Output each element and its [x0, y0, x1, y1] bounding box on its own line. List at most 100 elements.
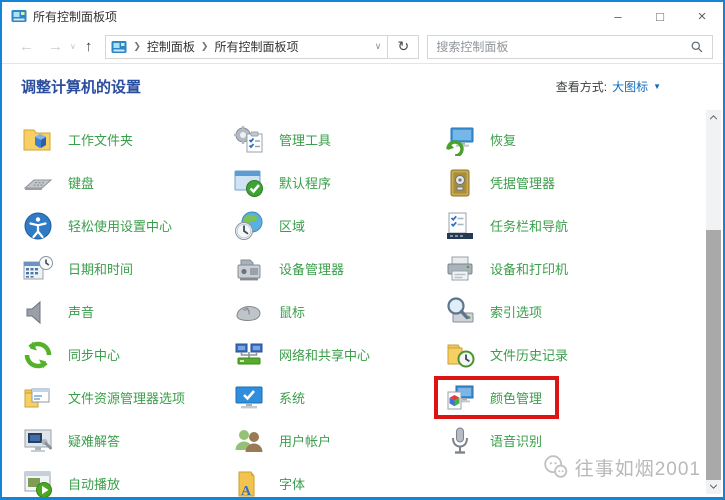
control-panel-item[interactable]: 文件资源管理器选项 [21, 376, 195, 419]
maximize-button[interactable]: □ [639, 2, 681, 30]
taskbar-navigation-icon [443, 209, 477, 243]
view-by-label: 查看方式: [555, 79, 608, 94]
item-label: 用户帐户 [279, 434, 332, 449]
search-box [427, 34, 713, 59]
search-icon[interactable] [690, 40, 704, 54]
troubleshooting-icon [21, 424, 55, 458]
item-label: 同步中心 [68, 348, 121, 363]
address-dropdown-icon[interactable]: ∨ [375, 41, 382, 52]
watermark: 往事如烟2001 [541, 452, 701, 482]
refresh-button[interactable]: ↻ [388, 34, 420, 59]
control-panel-item[interactable]: 任务栏和导航 [443, 204, 578, 247]
item-label: 字体 [279, 477, 306, 492]
ease-of-access-icon [21, 209, 55, 243]
control-panel-item[interactable]: 系统 [232, 376, 315, 419]
control-panel-item-highlighted[interactable]: 颜色管理 [433, 376, 560, 419]
sound-icon [21, 295, 55, 329]
scrollbar-thumb[interactable] [706, 230, 721, 480]
control-panel-item[interactable]: 鼠标 [232, 290, 315, 333]
view-by-value[interactable]: 大图标 [612, 78, 648, 95]
forward-button[interactable]: → [48, 39, 63, 54]
item-label: 管理工具 [279, 133, 332, 148]
title-bar: 所有控制面板项 – □ × [2, 2, 723, 30]
date-time-icon [21, 252, 55, 286]
control-panel-item[interactable]: 区域 [232, 204, 315, 247]
breadcrumb-separator-icon: ❯ [200, 41, 209, 51]
devices-printers-icon [443, 252, 477, 286]
system-icon [232, 381, 266, 415]
vertical-scrollbar[interactable] [706, 110, 721, 494]
item-label: 轻松使用设置中心 [68, 219, 173, 234]
default-programs-icon [232, 166, 266, 200]
work-folders-icon [21, 123, 55, 157]
fonts-icon: A [232, 467, 266, 497]
color-management-icon [443, 381, 477, 415]
control-panel-item[interactable]: 恢复 [443, 118, 526, 161]
item-label: 任务栏和导航 [490, 219, 569, 234]
item-label: 工作文件夹 [68, 133, 134, 148]
control-panel-item[interactable]: A 字体 [232, 462, 315, 497]
control-panel-item[interactable]: 轻松使用设置中心 [21, 204, 182, 247]
device-manager-icon [232, 252, 266, 286]
control-panel-item[interactable]: 用户帐户 [232, 419, 341, 462]
item-label: 鼠标 [279, 305, 306, 320]
view-by-dropdown-icon[interactable]: ▼ [653, 82, 661, 91]
autoplay-icon [21, 467, 55, 497]
scroll-down-icon[interactable] [706, 479, 721, 494]
control-panel-window: 所有控制面板项 – □ × ← → ∨ ↑ ❯ 控制面板 ❯ 所有控制面板项 ∨… [0, 0, 725, 500]
view-by-control: 查看方式: 大图标 ▼ [556, 78, 661, 95]
region-icon [232, 209, 266, 243]
items-column-3: 恢复 凭据管理器 任务栏和导航 设备和打印机 索引选项 文件历史记录 颜色管理 … [433, 118, 578, 497]
item-label: 设备和打印机 [490, 262, 569, 277]
item-label: 恢复 [490, 133, 517, 148]
indexing-options-icon [443, 295, 477, 329]
window-title: 所有控制面板项 [33, 9, 118, 24]
item-label: 声音 [68, 305, 95, 320]
control-panel-item[interactable]: 默认程序 [232, 161, 341, 204]
item-label: 键盘 [68, 176, 95, 191]
control-panel-item[interactable]: 文件历史记录 [443, 333, 578, 376]
control-panel-item[interactable]: 疑难解答 [21, 419, 130, 462]
control-panel-item[interactable]: 网络和共享中心 [232, 333, 380, 376]
item-label: 颜色管理 [490, 391, 543, 406]
control-panel-item[interactable]: 语音识别 [443, 419, 552, 462]
control-panel-item[interactable]: 键盘 [21, 161, 104, 204]
item-label: 文件历史记录 [490, 348, 569, 363]
item-label: 索引选项 [490, 305, 543, 320]
credential-manager-icon [443, 166, 477, 200]
history-dropdown-icon[interactable]: ∨ [70, 42, 76, 51]
speech-recognition-icon [443, 424, 477, 458]
up-button[interactable]: ↑ [85, 39, 93, 54]
control-panel-item[interactable]: 管理工具 [232, 118, 341, 161]
control-panel-item[interactable]: 索引选项 [443, 290, 552, 333]
item-label: 疑难解答 [68, 434, 121, 449]
page-title: 调整计算机的设置 [21, 78, 142, 96]
user-accounts-icon [232, 424, 266, 458]
item-label: 凭据管理器 [490, 176, 556, 191]
control-panel-item[interactable]: 凭据管理器 [443, 161, 565, 204]
search-input[interactable] [428, 39, 690, 54]
control-panel-item[interactable]: 自动播放 [21, 462, 130, 497]
control-panel-item[interactable]: 设备管理器 [232, 247, 354, 290]
sync-center-icon [21, 338, 55, 372]
breadcrumb-control-panel[interactable]: 控制面板 [147, 38, 195, 55]
keyboard-icon [21, 166, 55, 200]
item-label: 系统 [279, 391, 306, 406]
control-panel-item[interactable]: 工作文件夹 [21, 118, 143, 161]
back-button[interactable]: ← [19, 39, 34, 54]
control-panel-item[interactable]: 声音 [21, 290, 104, 333]
navigation-bar: ← → ∨ ↑ ❯ 控制面板 ❯ 所有控制面板项 ∨ ↻ [2, 30, 723, 64]
breadcrumb-all-items[interactable]: 所有控制面板项 [214, 38, 298, 55]
file-history-icon [443, 338, 477, 372]
address-bar[interactable]: ❯ 控制面板 ❯ 所有控制面板项 ∨ [105, 34, 389, 59]
item-label: 文件资源管理器选项 [68, 391, 186, 406]
breadcrumb-control-panel-icon [111, 39, 127, 55]
close-button[interactable]: × [681, 2, 723, 30]
recovery-icon [443, 123, 477, 157]
control-panel-item[interactable]: 日期和时间 [21, 247, 143, 290]
item-label: 语音识别 [490, 434, 543, 449]
control-panel-item[interactable]: 设备和打印机 [443, 247, 578, 290]
control-panel-item[interactable]: 同步中心 [21, 333, 130, 376]
scroll-up-icon[interactable] [706, 110, 721, 125]
minimize-button[interactable]: – [597, 2, 639, 30]
